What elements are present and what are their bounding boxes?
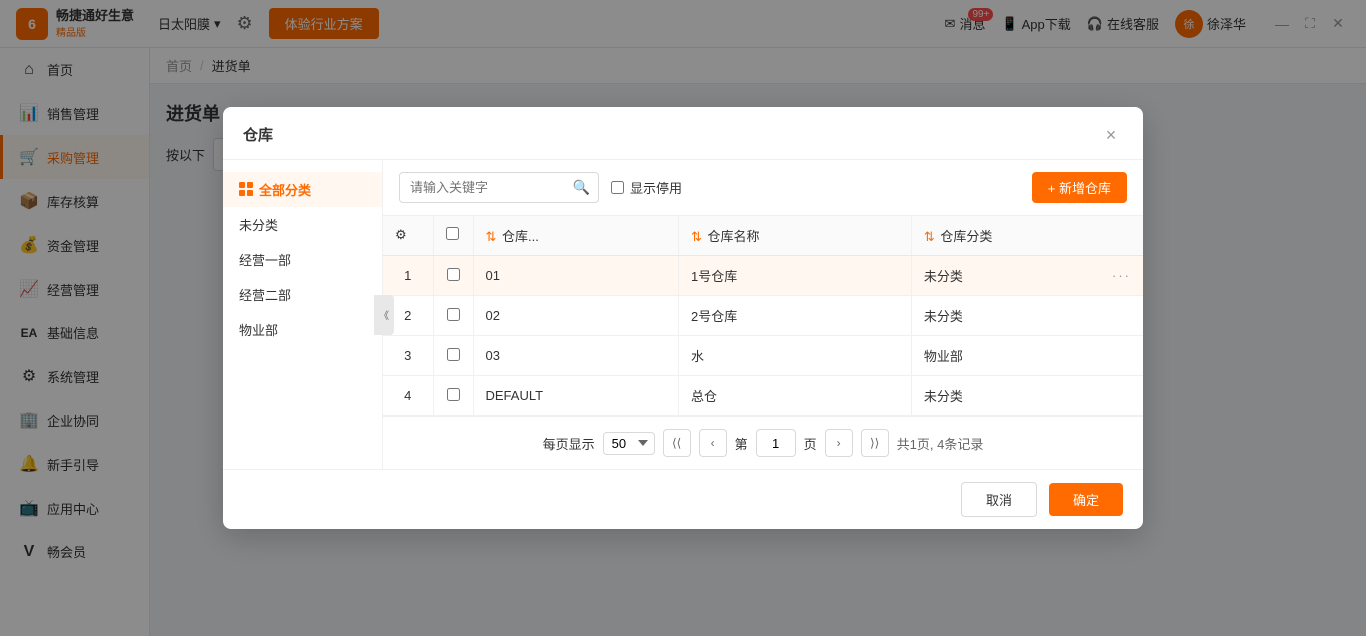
th-checkbox: [433, 216, 473, 256]
page-unit: 页: [804, 434, 817, 453]
row-num-4: 4: [383, 376, 433, 416]
th-settings[interactable]: ⚙: [383, 216, 433, 256]
category-item-3[interactable]: 物业部: [223, 312, 382, 347]
grid-icon: [239, 182, 253, 196]
row-checkbox-1[interactable]: [447, 268, 460, 281]
show-disabled-checkbox[interactable]: [611, 181, 624, 194]
modal-body: 全部分类 未分类 经营一部 经营二部 物业部 《 🔍: [223, 160, 1143, 470]
table-head: ⚙ ⇅ 仓库... ⇅ 仓库名称: [383, 216, 1143, 256]
sort-icon-code: ⇅: [486, 229, 497, 244]
confirm-button[interactable]: 确定: [1049, 483, 1123, 516]
search-button[interactable]: 🔍: [565, 173, 598, 202]
table-row[interactable]: 4 DEFAULT 总仓 未分类: [383, 376, 1143, 416]
row-cb-4: [433, 376, 473, 416]
th-category[interactable]: ⇅ 仓库分类: [911, 216, 1143, 256]
warehouse-table: ⚙ ⇅ 仓库... ⇅ 仓库名称: [383, 216, 1143, 417]
modal-toolbar: 🔍 显示停用 + 新增仓库: [383, 160, 1143, 216]
row-cb-2: [433, 296, 473, 336]
page-prev-button[interactable]: ‹: [699, 429, 727, 457]
row-cb-1: [433, 255, 473, 296]
page-label: 第: [735, 434, 748, 453]
select-all-checkbox[interactable]: [446, 227, 459, 240]
row-category-3: 物业部: [911, 336, 1143, 376]
modal-close-button[interactable]: ×: [1099, 123, 1123, 147]
row-category-4: 未分类: [911, 376, 1143, 416]
per-page-label: 每页显示: [543, 434, 595, 453]
category-sidebar: 全部分类 未分类 经营一部 经营二部 物业部 《: [223, 160, 383, 470]
table-header-row: ⚙ ⇅ 仓库... ⇅ 仓库名称: [383, 216, 1143, 256]
search-box: 🔍: [399, 172, 599, 203]
row-checkbox-3[interactable]: [447, 348, 460, 361]
row-name-1: 1号仓库: [679, 255, 912, 296]
cancel-button[interactable]: 取消: [961, 482, 1037, 517]
page-next-button[interactable]: ›: [825, 429, 853, 457]
add-warehouse-button[interactable]: + 新增仓库: [1032, 172, 1127, 203]
show-disabled-label[interactable]: 显示停用: [611, 178, 682, 197]
row-cb-3: [433, 336, 473, 376]
category-all[interactable]: 全部分类: [223, 172, 382, 207]
row-category-1: 未分类 ···: [912, 256, 1143, 296]
th-code[interactable]: ⇅ 仓库...: [473, 216, 679, 256]
row-category-2: 未分类: [911, 296, 1143, 336]
row-code-2: 02: [473, 296, 679, 336]
category-item-2[interactable]: 经营二部: [223, 277, 382, 312]
row-num-3: 3: [383, 336, 433, 376]
table-row[interactable]: 2 02 2号仓库 未分类: [383, 296, 1143, 336]
row-checkbox-4[interactable]: [447, 388, 460, 401]
row-code-1: 01: [473, 255, 679, 296]
row-name-2: 2号仓库: [679, 296, 912, 336]
sort-icon-category: ⇅: [924, 229, 935, 244]
table-row[interactable]: 1 01 1号仓库 未分类 ···: [383, 255, 1143, 296]
category-item-0[interactable]: 未分类: [223, 207, 382, 242]
page-number-input[interactable]: [756, 429, 796, 457]
table-row[interactable]: 3 03 水 物业部: [383, 336, 1143, 376]
modal-overlay: 仓库 × 全部分类 未分类 经营一部 经营二部 物业部 《: [0, 0, 1366, 636]
warehouse-modal: 仓库 × 全部分类 未分类 经营一部 经营二部 物业部 《: [223, 107, 1143, 530]
sort-icon-name: ⇅: [691, 229, 702, 244]
row-checkbox-2[interactable]: [447, 308, 460, 321]
row-code-3: 03: [473, 336, 679, 376]
per-page-select[interactable]: 50 20 100: [603, 432, 655, 455]
th-name[interactable]: ⇅ 仓库名称: [679, 216, 912, 256]
category-all-label: 全部分类: [259, 180, 311, 199]
page-total: 共1页, 4条记录: [897, 434, 984, 453]
modal-main-area: 🔍 显示停用 + 新增仓库 ⚙: [383, 160, 1143, 470]
row-code-4: DEFAULT: [473, 376, 679, 416]
row-name-3: 水: [679, 336, 912, 376]
modal-header: 仓库 ×: [223, 107, 1143, 160]
category-collapse-button[interactable]: 《: [374, 295, 394, 335]
modal-footer: 取消 确定: [223, 469, 1143, 529]
table-body: 1 01 1号仓库 未分类 ···: [383, 255, 1143, 416]
row-more-1[interactable]: ···: [1112, 268, 1131, 283]
page-last-button[interactable]: ⟩⟩: [861, 429, 889, 457]
page-first-button[interactable]: ⟨⟨: [663, 429, 691, 457]
table-wrapper: ⚙ ⇅ 仓库... ⇅ 仓库名称: [383, 216, 1143, 417]
pagination-bar: 每页显示 50 20 100 ⟨⟨ ‹ 第 页 › ⟩⟩ 共1页, 4条记录: [383, 416, 1143, 469]
row-num-1: 1: [383, 255, 433, 296]
modal-title: 仓库: [243, 124, 273, 145]
row-name-4: 总仓: [679, 376, 912, 416]
search-input[interactable]: [400, 174, 565, 201]
category-item-1[interactable]: 经营一部: [223, 242, 382, 277]
